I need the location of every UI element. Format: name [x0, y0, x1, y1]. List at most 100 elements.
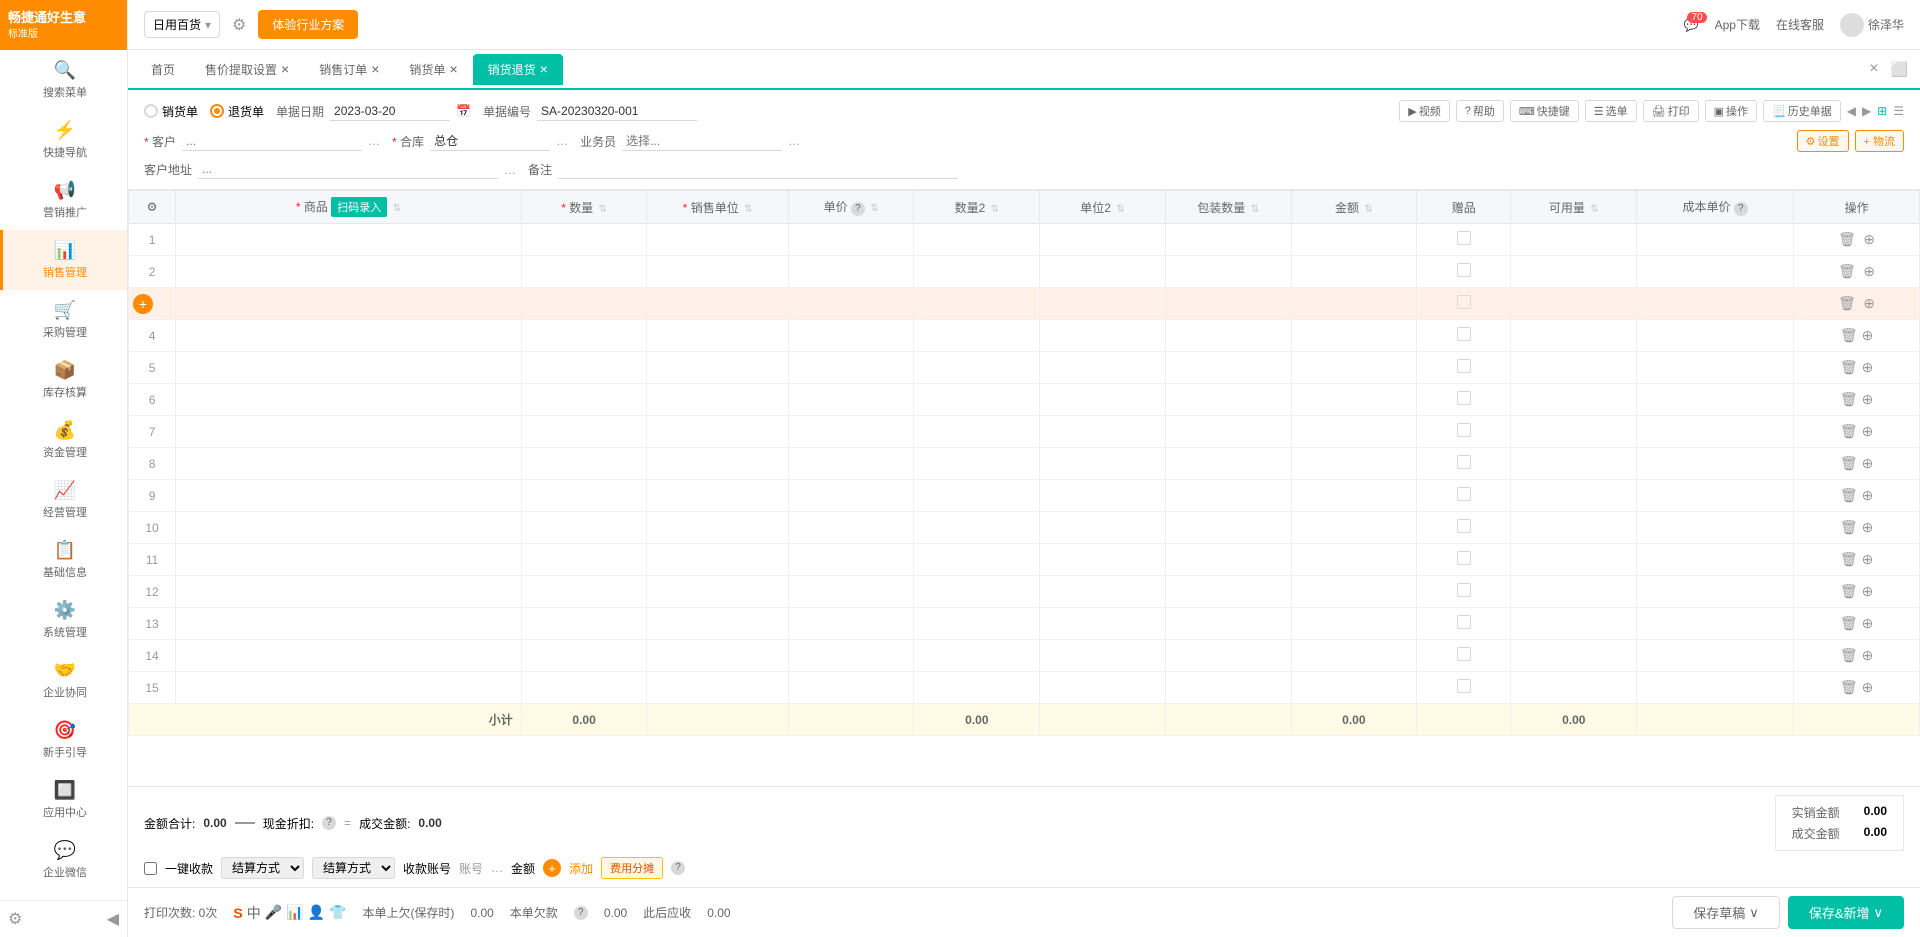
unit-price-sort-icon[interactable]: ⇅: [870, 203, 878, 214]
qty-cell[interactable]: [521, 256, 647, 288]
delete-btn[interactable]: 🗑: [1838, 423, 1860, 440]
message-badge-container[interactable]: 💬 70: [1684, 18, 1699, 32]
print-btn[interactable]: 🖨 打印: [1643, 100, 1699, 122]
copy-row-btn[interactable]: ⊕: [1861, 263, 1877, 280]
product-input[interactable]: [180, 296, 517, 311]
discount-help-icon[interactable]: ?: [322, 816, 336, 830]
user-info[interactable]: 徐泽华: [1840, 13, 1904, 37]
copy-btn[interactable]: ⊕: [1860, 583, 1876, 600]
unit2-cell-active[interactable]: [1040, 288, 1166, 320]
collapse-icon[interactable]: ◀: [107, 909, 119, 929]
select-btn[interactable]: ☰ 选单: [1585, 100, 1637, 122]
add-row-cell[interactable]: +: [129, 288, 176, 320]
delete-btn[interactable]: 🗑: [1838, 647, 1860, 664]
sales-unit-cell[interactable]: [647, 224, 788, 256]
gift-checkbox[interactable]: [1457, 231, 1471, 245]
shortcut-btn[interactable]: ⌨ 快捷键: [1510, 100, 1579, 122]
qty2-cell-active[interactable]: [914, 288, 1040, 320]
history-btn[interactable]: 📃 历史单据: [1763, 100, 1841, 122]
copy-btn[interactable]: ⊕: [1860, 455, 1876, 472]
sidebar-item-system[interactable]: ⚙️ 系统管理: [0, 590, 127, 650]
copy-row-btn[interactable]: ⊕: [1861, 231, 1877, 248]
tab-sales-return[interactable]: 销货退货 ×: [473, 54, 563, 85]
cost-price-help-icon[interactable]: ?: [1734, 202, 1748, 216]
add-payment-btn[interactable]: +: [543, 859, 561, 877]
sidebar-item-inventory[interactable]: 📦 库存核算: [0, 350, 127, 410]
delete-row-btn[interactable]: 🗑: [1836, 231, 1858, 248]
available-cell[interactable]: [1511, 224, 1637, 256]
delete-btn[interactable]: 🗑: [1838, 519, 1860, 536]
sidebar-item-operations[interactable]: 📈 经营管理: [0, 470, 127, 530]
sidebar-item-finance[interactable]: 💰 资金管理: [0, 410, 127, 470]
unit2-cell[interactable]: [1040, 256, 1166, 288]
tab-price-close-icon[interactable]: ×: [281, 61, 289, 77]
available-cell[interactable]: [1511, 256, 1637, 288]
settings-btn[interactable]: ⚙ 设置: [1797, 130, 1849, 152]
sidebar-item-purchase[interactable]: 🛒 采购管理: [0, 290, 127, 350]
amount-cell-active[interactable]: [1291, 288, 1417, 320]
copy-btn[interactable]: ⊕: [1860, 615, 1876, 632]
sidebar-item-quicknav[interactable]: ⚡ 快捷导航: [0, 110, 127, 170]
list-icon[interactable]: ☰: [1893, 104, 1904, 118]
product-cell-active[interactable]: [176, 288, 522, 320]
copy-btn[interactable]: ⊕: [1860, 519, 1876, 536]
help-btn[interactable]: ? 帮助: [1456, 100, 1504, 122]
sidebar-item-member[interactable]: V 畅会员: [0, 890, 127, 900]
settlement-select[interactable]: 结算方式: [312, 857, 395, 879]
delete-row-btn[interactable]: 🗑: [1836, 263, 1858, 280]
delete-row-active-btn[interactable]: 🗑: [1836, 295, 1858, 312]
amount-cell[interactable]: [1291, 256, 1417, 288]
copy-btn[interactable]: ⊕: [1860, 359, 1876, 376]
sidebar-item-search[interactable]: 🔍 搜索菜单: [0, 50, 127, 110]
operate-btn[interactable]: ▣ 操作: [1705, 100, 1757, 122]
sidebar-item-basic[interactable]: 📋 基础信息: [0, 530, 127, 590]
sales-unit-cell-active[interactable]: [647, 288, 788, 320]
copy-row-active-btn[interactable]: ⊕: [1861, 295, 1877, 312]
qty2-cell[interactable]: [914, 224, 1040, 256]
delete-btn[interactable]: 🗑: [1838, 327, 1860, 344]
fee-split-btn[interactable]: 费用分摊: [601, 857, 663, 879]
tab-price-settings[interactable]: 售价提取设置 ×: [190, 54, 304, 85]
tab-sales-delivery[interactable]: 销货单 ×: [394, 54, 472, 85]
experience-btn[interactable]: 体验行业方案: [258, 10, 358, 39]
delete-btn[interactable]: 🗑: [1838, 391, 1860, 408]
qty2-sort-icon[interactable]: ⇅: [991, 204, 999, 215]
sales-unit-sort-icon[interactable]: ⇅: [744, 204, 752, 215]
tab-sales-return-close-icon[interactable]: ×: [540, 61, 548, 77]
qty-cell[interactable]: [521, 224, 647, 256]
tab-sales-order[interactable]: 销售订单 ×: [304, 54, 394, 85]
delete-btn[interactable]: 🗑: [1838, 455, 1860, 472]
pack-qty-cell[interactable]: [1165, 256, 1291, 288]
gift-cell-active[interactable]: [1417, 288, 1511, 320]
amount-cell[interactable]: [1291, 224, 1417, 256]
sidebar-item-enterprise[interactable]: 🤝 企业协同: [0, 650, 127, 710]
sales-unit-cell[interactable]: [647, 256, 788, 288]
debt-help-icon[interactable]: ?: [574, 906, 588, 920]
product-sort-icon[interactable]: ⇅: [393, 203, 401, 214]
delete-btn[interactable]: 🗑: [1838, 551, 1860, 568]
grid-icon[interactable]: ⊞: [1877, 104, 1887, 118]
sidebar-item-marketing[interactable]: 📢 营销推广: [0, 170, 127, 230]
available-sort-icon[interactable]: ⇅: [1590, 204, 1598, 215]
save-draft-btn[interactable]: 保存草稿 ∨: [1672, 896, 1780, 929]
order-num-input[interactable]: [537, 102, 697, 121]
available-cell-active[interactable]: [1511, 288, 1637, 320]
copy-btn[interactable]: ⊕: [1860, 327, 1876, 344]
copy-btn[interactable]: ⊕: [1860, 647, 1876, 664]
date-input[interactable]: [330, 102, 450, 121]
staff-more-icon[interactable]: …: [788, 134, 800, 148]
account-more-icon[interactable]: …: [491, 861, 503, 875]
tab-sales-delivery-close-icon[interactable]: ×: [449, 61, 457, 77]
save-new-btn[interactable]: 保存&新增 ∨: [1788, 896, 1904, 929]
tab-sales-order-close-icon[interactable]: ×: [371, 61, 379, 77]
copy-btn[interactable]: ⊕: [1860, 487, 1876, 504]
warehouse-more-icon[interactable]: …: [556, 134, 568, 148]
gift-cell[interactable]: [1417, 256, 1511, 288]
scan-input-btn[interactable]: 扫码录入: [331, 197, 387, 217]
tab-home[interactable]: 首页: [136, 54, 190, 85]
amount-sort-icon[interactable]: ⇅: [1364, 204, 1372, 215]
tab-maximize-button[interactable]: ⬜: [1887, 60, 1912, 78]
onestep-checkbox[interactable]: [144, 862, 157, 875]
gift-cell[interactable]: [1417, 224, 1511, 256]
sidebar-item-wechat[interactable]: 💬 企业微信: [0, 830, 127, 890]
